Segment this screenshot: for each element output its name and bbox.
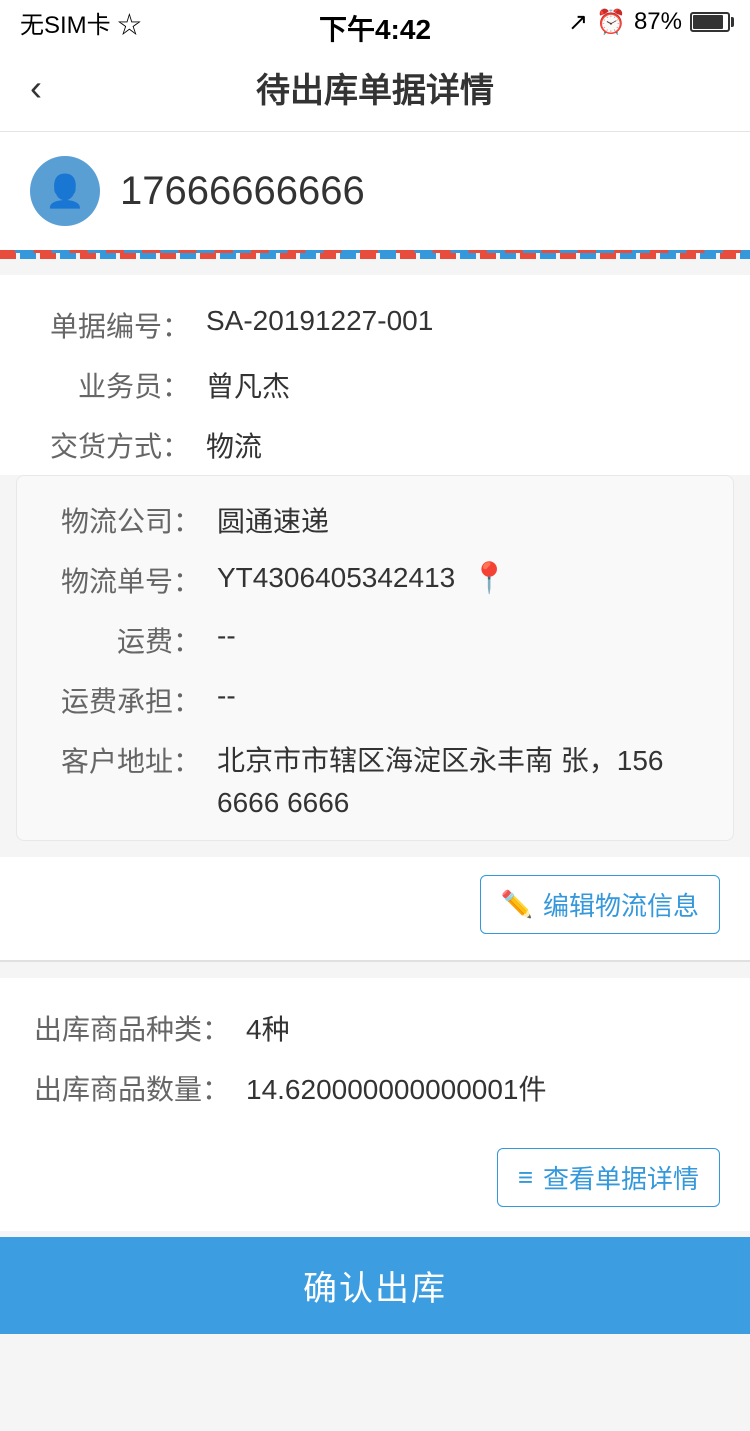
address-row: 客户地址： 北京市市辖区海淀区永丰南 张，156 6666 6666 (41, 740, 709, 824)
view-detail-button[interactable]: ≡ 查看单据详情 (497, 1148, 720, 1207)
customer-phone: 17666666666 (120, 169, 365, 214)
customer-header: 👤 17666666666 (0, 132, 750, 253)
delivery-method-row: 交货方式： 物流 (30, 425, 720, 465)
freight-bearer-value: -- (217, 680, 709, 712)
spacer-1 (0, 259, 750, 275)
product-quantity-row: 出库商品数量： 14.620000000000001件 (30, 1068, 720, 1108)
edit-btn-label: 编辑物流信息 (543, 886, 699, 923)
status-right: ↗ ⏰ 87% (568, 8, 730, 37)
address-label: 客户地址： (41, 740, 201, 780)
sales-person-row: 业务员： 曾凡杰 (30, 365, 720, 405)
logistics-company-row: 物流公司： 圆通速递 (41, 500, 709, 540)
freight-row: 运费： -- (41, 620, 709, 660)
logistics-company-label: 物流公司： (41, 500, 201, 540)
edit-logistics-button[interactable]: ✏️ 编辑物流信息 (480, 875, 720, 934)
edit-logistics-row: ✏️ 编辑物流信息 (0, 857, 750, 960)
basic-info-section: 单据编号： SA-20191227-001 业务员： 曾凡杰 交货方式： 物流 (0, 275, 750, 475)
tracking-no-text: YT4306405342413 (217, 562, 455, 594)
sim-status: 无SIM卡 ☆ (20, 5, 141, 40)
battery-percent: 87% (634, 8, 682, 36)
nav-bar: ‹ 待出库单据详情 (0, 44, 750, 132)
freight-label: 运费： (41, 620, 201, 660)
freight-bearer-label: 运费承担： (41, 680, 201, 720)
address-value: 北京市市辖区海淀区永丰南 张，156 6666 6666 (217, 740, 709, 824)
product-type-row: 出库商品种类： 4种 (30, 1008, 720, 1048)
map-pin-icon[interactable]: 📍 (471, 560, 507, 596)
logistics-company-value: 圆通速递 (217, 500, 709, 540)
product-info-section: 出库商品种类： 4种 出库商品数量： 14.620000000000001件 (0, 978, 750, 1138)
avatar-symbol: 👤 (45, 172, 85, 210)
tracking-no-row: 物流单号： YT4306405342413 📍 (41, 560, 709, 600)
sales-person-value: 曾凡杰 (206, 365, 720, 405)
battery-icon (690, 12, 730, 32)
delivery-method-value: 物流 (206, 425, 720, 465)
avatar: 👤 (30, 156, 100, 226)
page-title: 待出库单据详情 (256, 63, 494, 112)
confirm-btn-label: 确认出库 (303, 1270, 447, 1308)
edit-icon: ✏️ (501, 889, 533, 920)
list-icon: ≡ (518, 1162, 533, 1193)
tracking-no-value: YT4306405342413 📍 (217, 560, 709, 596)
view-detail-btn-label: 查看单据详情 (543, 1159, 699, 1196)
logistics-section: 物流公司： 圆通速递 物流单号： YT4306405342413 📍 运费： -… (16, 475, 734, 841)
alarm-icon: ⏰ (596, 8, 626, 37)
sales-person-label: 业务员： (30, 365, 190, 405)
view-detail-row: ≡ 查看单据详情 (0, 1138, 750, 1231)
freight-value: -- (217, 620, 709, 652)
back-button[interactable]: ‹ (30, 67, 42, 109)
location-status-icon: ↗ (568, 8, 588, 37)
product-quantity-value: 14.620000000000001件 (246, 1068, 547, 1108)
spacer-2 (0, 962, 750, 978)
confirm-outbound-button[interactable]: 确认出库 (0, 1237, 750, 1334)
status-left: 无SIM卡 ☆ (20, 5, 141, 40)
status-bar: 无SIM卡 ☆ 下午4:42 ↗ ⏰ 87% (0, 0, 750, 44)
tracking-no-label: 物流单号： (41, 560, 201, 600)
delivery-method-label: 交货方式： (30, 425, 190, 465)
order-no-row: 单据编号： SA-20191227-001 (30, 305, 720, 345)
order-no-label: 单据编号： (30, 305, 190, 345)
order-no-value: SA-20191227-001 (206, 305, 720, 337)
product-type-label: 出库商品种类： (30, 1008, 230, 1048)
product-quantity-label: 出库商品数量： (30, 1068, 230, 1108)
product-type-value: 4种 (246, 1008, 290, 1048)
freight-bearer-row: 运费承担： -- (41, 680, 709, 720)
status-time: 下午4:42 (319, 8, 431, 48)
